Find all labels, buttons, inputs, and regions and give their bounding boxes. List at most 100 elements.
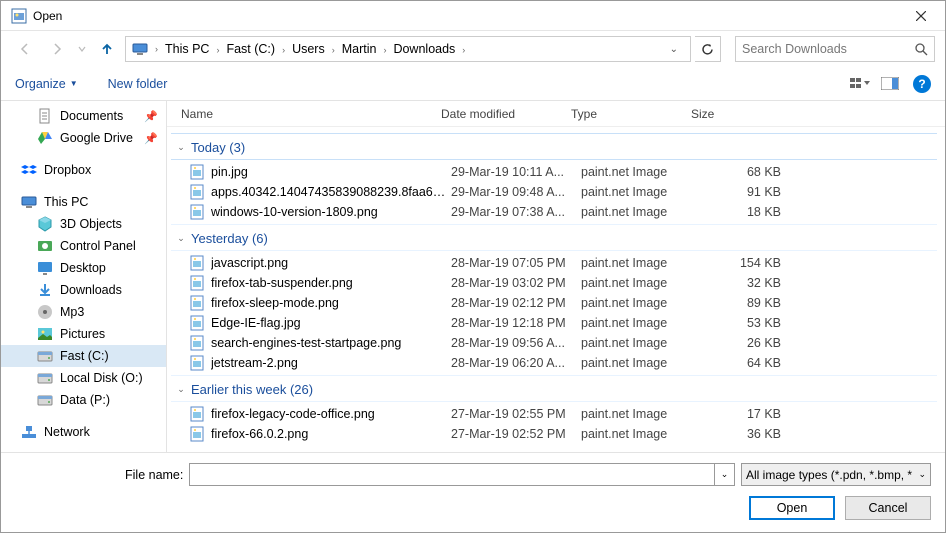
file-date: 28-Mar-19 12:18 PM: [451, 316, 581, 330]
breadcrumb-part[interactable]: Martin: [338, 42, 381, 56]
up-button[interactable]: [93, 35, 121, 63]
network-icon: [21, 424, 37, 440]
file-row[interactable]: search-engines-test-startpage.png28-Mar-…: [171, 333, 937, 353]
open-dialog: Open › This PC›Fast (C:)›Users›Martin›Do…: [0, 0, 946, 533]
organize-menu[interactable]: Organize ▼: [15, 77, 78, 91]
mp3-icon: [37, 304, 53, 320]
col-date[interactable]: Date modified: [441, 107, 571, 121]
cpanel-icon: [37, 238, 53, 254]
sidebar-item-this-pc[interactable]: This PC: [1, 191, 166, 213]
file-row[interactable]: firefox-66.0.2.png27-Mar-19 02:52 PMpain…: [171, 424, 937, 444]
sidebar-label: Google Drive: [60, 131, 133, 145]
chevron-right-icon: ›: [279, 45, 288, 55]
file-name: firefox-66.0.2.png: [211, 427, 451, 441]
pc-icon: [132, 41, 148, 57]
file-icon: [189, 355, 205, 371]
sidebar-item-data-p-[interactable]: Data (P:): [1, 389, 166, 411]
file-type: paint.net Image: [581, 427, 701, 441]
back-button[interactable]: [11, 35, 39, 63]
col-size[interactable]: Size: [691, 107, 771, 121]
col-type[interactable]: Type: [571, 107, 691, 121]
breadcrumb-part[interactable]: Downloads: [389, 42, 459, 56]
sidebar-item-fast-c-[interactable]: Fast (C:): [1, 345, 166, 367]
search-input[interactable]: Search Downloads: [735, 36, 935, 62]
sidebar-label: Downloads: [60, 283, 122, 297]
file-icon: [189, 295, 205, 311]
sidebar-item-google-drive[interactable]: Google Drive📌: [1, 127, 166, 149]
cancel-button[interactable]: Cancel: [845, 496, 931, 520]
group-header[interactable]: ⌄Earlier this week (26): [171, 375, 937, 402]
breadcrumb-part[interactable]: This PC: [161, 42, 213, 56]
chevron-down-icon: ⌄: [175, 384, 187, 395]
file-date: 29-Mar-19 10:11 A...: [451, 165, 581, 179]
sidebar-label: Mp3: [60, 305, 84, 319]
file-list[interactable]: ⌄Today (3)pin.jpg29-Mar-19 10:11 A...pai…: [167, 127, 945, 452]
preview-pane-button[interactable]: [875, 72, 905, 96]
file-type: paint.net Image: [581, 356, 701, 370]
column-headers[interactable]: Name Date modified Type Size: [167, 101, 945, 127]
open-button[interactable]: Open: [749, 496, 835, 520]
breadcrumb-dropdown[interactable]: ⌄: [664, 44, 684, 55]
chevron-right-icon: ›: [152, 44, 161, 54]
file-size: 154 KB: [701, 256, 781, 270]
file-size: 53 KB: [701, 316, 781, 330]
breadcrumb-part[interactable]: Users: [288, 42, 329, 56]
sidebar-item-dropbox[interactable]: Dropbox: [1, 159, 166, 181]
file-row[interactable]: firefox-sleep-mode.png28-Mar-19 02:12 PM…: [171, 293, 937, 313]
filename-label: File name:: [125, 468, 183, 482]
sidebar-item-3d-objects[interactable]: 3D Objects: [1, 213, 166, 235]
forward-button[interactable]: [43, 35, 71, 63]
sidebar[interactable]: Documents📌Google Drive📌 Dropbox This PC3D …: [1, 101, 167, 452]
filename-input[interactable]: [189, 463, 715, 486]
filetype-select[interactable]: All image types (*.pdn, *.bmp, *⌄: [741, 463, 931, 486]
close-button[interactable]: [901, 1, 941, 31]
filename-dropdown[interactable]: ⌄: [715, 463, 735, 486]
breadcrumb[interactable]: › This PC›Fast (C:)›Users›Martin›Downloa…: [125, 36, 691, 62]
group-header[interactable]: ⌄Yesterday (6): [171, 224, 937, 251]
search-placeholder: Search Downloads: [742, 42, 847, 56]
sidebar-item-local-disk-o-[interactable]: Local Disk (O:): [1, 367, 166, 389]
file-row[interactable]: javascript.png28-Mar-19 07:05 PMpaint.ne…: [171, 253, 937, 273]
file-name: javascript.png: [211, 256, 451, 270]
group-header[interactable]: ⌄Today (3): [171, 133, 937, 160]
disk-icon: [37, 370, 53, 386]
file-pane: Name Date modified Type Size ⌄Today (3)p…: [167, 101, 945, 452]
view-options-button[interactable]: [845, 72, 875, 96]
help-button[interactable]: ?: [913, 75, 931, 93]
downloads-icon: [37, 282, 53, 298]
sidebar-item-pictures[interactable]: Pictures: [1, 323, 166, 345]
file-row[interactable]: windows-10-version-1809.png29-Mar-19 07:…: [171, 202, 937, 222]
file-icon: [189, 315, 205, 331]
file-type: paint.net Image: [581, 276, 701, 290]
disk-icon: [37, 348, 53, 364]
sidebar-item-control-panel[interactable]: Control Panel: [1, 235, 166, 257]
file-name: pin.jpg: [211, 165, 451, 179]
col-name[interactable]: Name: [181, 107, 441, 121]
disk-icon: [37, 392, 53, 408]
sidebar-item-documents[interactable]: Documents📌: [1, 105, 166, 127]
file-icon: [189, 406, 205, 422]
new-folder-button[interactable]: New folder: [108, 77, 168, 91]
sidebar-label: Control Panel: [60, 239, 136, 253]
file-date: 27-Mar-19 02:55 PM: [451, 407, 581, 421]
file-date: 29-Mar-19 07:38 A...: [451, 205, 581, 219]
file-row[interactable]: jetstream-2.png28-Mar-19 06:20 A...paint…: [171, 353, 937, 373]
file-row[interactable]: Edge-IE-flag.jpg28-Mar-19 12:18 PMpaint.…: [171, 313, 937, 333]
file-row[interactable]: firefox-legacy-code-office.png27-Mar-19 …: [171, 404, 937, 424]
dropbox-icon: [21, 162, 37, 178]
file-row[interactable]: apps.40342.14047435839088239.8faa635f-..…: [171, 182, 937, 202]
breadcrumb-part[interactable]: Fast (C:): [222, 42, 279, 56]
sidebar-item-desktop[interactable]: Desktop: [1, 257, 166, 279]
file-icon: [189, 204, 205, 220]
chevron-right-icon: ›: [329, 45, 338, 55]
file-row[interactable]: pin.jpg29-Mar-19 10:11 A...paint.net Ima…: [171, 162, 937, 182]
file-type: paint.net Image: [581, 407, 701, 421]
window-title: Open: [33, 9, 901, 23]
file-row[interactable]: firefox-tab-suspender.png28-Mar-19 03:02…: [171, 273, 937, 293]
sidebar-item-network[interactable]: Network: [1, 421, 166, 443]
refresh-button[interactable]: [695, 36, 721, 62]
recent-dropdown[interactable]: [75, 35, 89, 63]
sidebar-item-mp3[interactable]: Mp3: [1, 301, 166, 323]
sidebar-item-downloads[interactable]: Downloads: [1, 279, 166, 301]
file-type: paint.net Image: [581, 296, 701, 310]
